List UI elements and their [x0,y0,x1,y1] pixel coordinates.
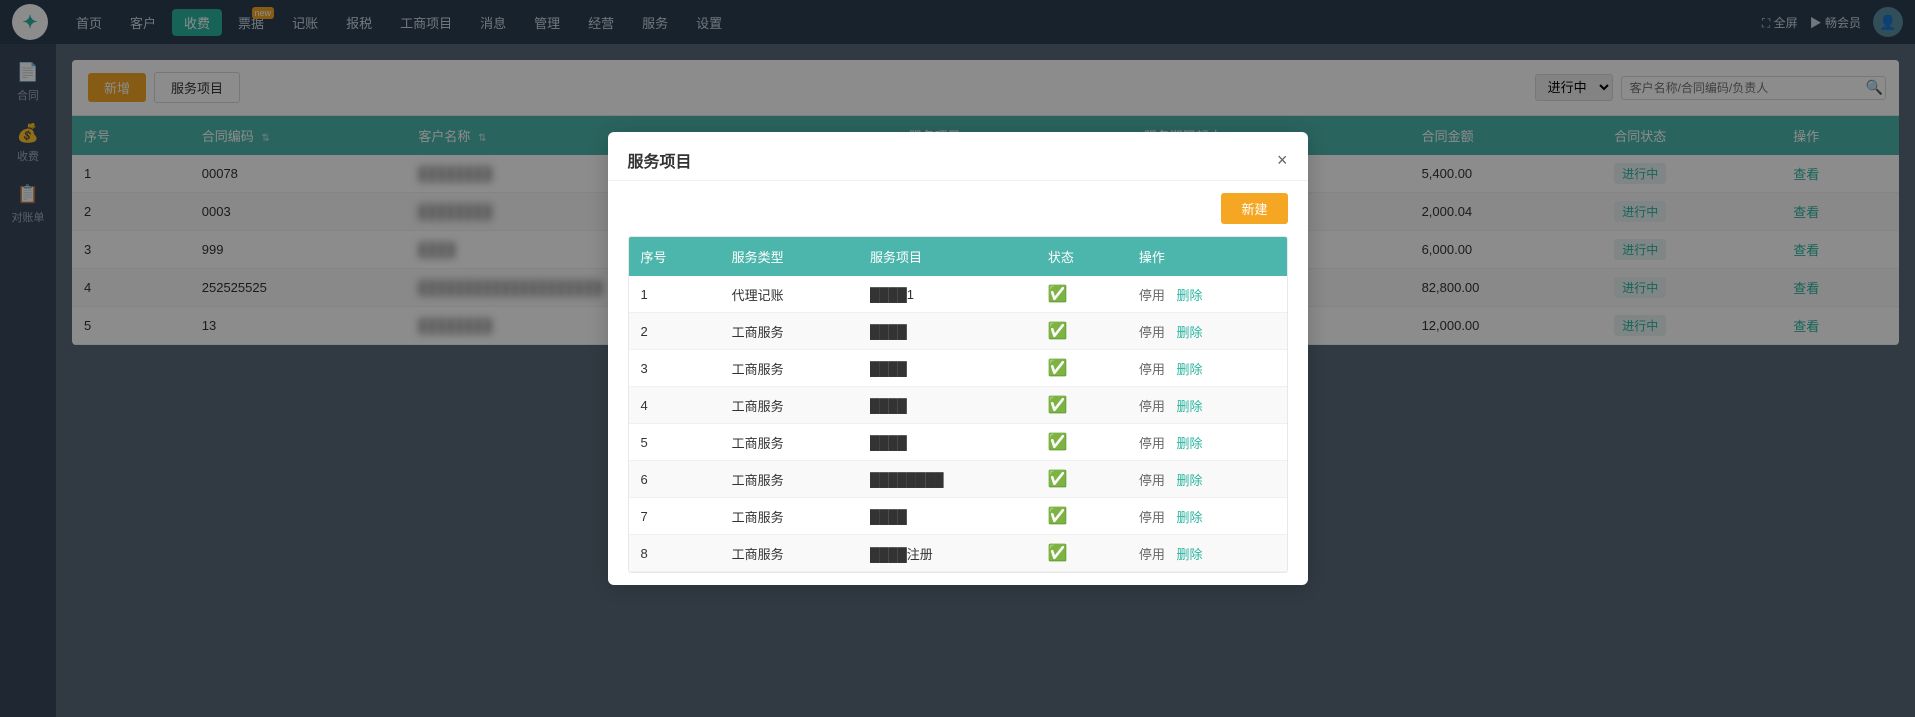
modal-cell-item: ████ [858,350,1036,387]
modal-header: 服务项目 × [608,132,1308,181]
modal-cell-type: 工商服务 [720,387,858,424]
status-check-icon: ✅ [1048,545,1068,562]
modal-title: 服务项目 [628,148,692,172]
delete-button[interactable]: 删除 [1177,362,1203,377]
modal-col-item: 服务项目 [858,237,1036,276]
modal-cell-action: 停用 删除 [1127,313,1287,350]
modal-col-type: 服务类型 [720,237,858,276]
modal-cell-index: 7 [629,498,720,535]
modal-cell-item-text: ████ [870,509,907,524]
delete-button[interactable]: 删除 [1177,510,1203,525]
modal-cell-item: ████████ [858,461,1036,498]
status-check-icon: ✅ [1048,471,1068,488]
modal-cell-index: 1 [629,276,720,313]
delete-button[interactable]: 删除 [1177,325,1203,340]
modal-body: 新建 序号 服务类型 服务项目 状态 操作 1 代理记账 [608,181,1308,585]
modal-overlay: 服务项目 × 新建 序号 服务类型 服务项目 状态 操作 [0,0,1915,717]
list-item: 3 工商服务 ████ ✅ 停用 删除 [629,350,1287,387]
modal-close-button[interactable]: × [1277,151,1288,169]
modal-cell-action: 停用 删除 [1127,387,1287,424]
stop-button[interactable]: 停用 [1139,288,1165,303]
list-item: 8 工商服务 ████注册 ✅ 停用 删除 [629,535,1287,572]
modal-col-status: 状态 [1036,237,1127,276]
modal-cell-index: 3 [629,350,720,387]
stop-button[interactable]: 停用 [1139,399,1165,414]
service-modal: 服务项目 × 新建 序号 服务类型 服务项目 状态 操作 [608,132,1308,585]
modal-cell-type: 工商服务 [720,461,858,498]
modal-cell-item: ████1 [858,276,1036,313]
modal-cell-item: ████ [858,424,1036,461]
modal-cell-item-text: ████ [870,361,907,376]
modal-col-index: 序号 [629,237,720,276]
modal-cell-status: ✅ [1036,424,1127,461]
modal-cell-action: 停用 删除 [1127,350,1287,387]
stop-button[interactable]: 停用 [1139,436,1165,451]
status-check-icon: ✅ [1048,508,1068,525]
modal-cell-item-text: ████ [870,398,907,413]
modal-cell-type: 工商服务 [720,498,858,535]
status-check-icon: ✅ [1048,360,1068,377]
modal-cell-item: ████ [858,498,1036,535]
stop-button[interactable]: 停用 [1139,547,1165,562]
status-check-icon: ✅ [1048,397,1068,414]
modal-cell-status: ✅ [1036,313,1127,350]
list-item: 2 工商服务 ████ ✅ 停用 删除 [629,313,1287,350]
delete-button[interactable]: 删除 [1177,399,1203,414]
status-check-icon: ✅ [1048,286,1068,303]
stop-button[interactable]: 停用 [1139,510,1165,525]
list-item: 4 工商服务 ████ ✅ 停用 删除 [629,387,1287,424]
modal-cell-item: ████ [858,387,1036,424]
delete-button[interactable]: 删除 [1177,288,1203,303]
delete-button[interactable]: 删除 [1177,436,1203,451]
modal-cell-index: 4 [629,387,720,424]
status-check-icon: ✅ [1048,434,1068,451]
modal-cell-status: ✅ [1036,387,1127,424]
modal-toolbar: 新建 [628,193,1288,224]
modal-cell-item-text: ████1 [870,287,914,302]
delete-button[interactable]: 删除 [1177,473,1203,488]
stop-button[interactable]: 停用 [1139,473,1165,488]
modal-cell-type: 工商服务 [720,350,858,387]
modal-cell-item-text: ████注册 [870,547,933,562]
modal-cell-item-text: ████ [870,435,907,450]
stop-button[interactable]: 停用 [1139,325,1165,340]
modal-cell-status: ✅ [1036,535,1127,572]
list-item: 5 工商服务 ████ ✅ 停用 删除 [629,424,1287,461]
modal-cell-index: 2 [629,313,720,350]
modal-cell-action: 停用 删除 [1127,535,1287,572]
status-check-icon: ✅ [1048,323,1068,340]
modal-cell-action: 停用 删除 [1127,461,1287,498]
list-item: 1 代理记账 ████1 ✅ 停用 删除 [629,276,1287,313]
delete-button[interactable]: 删除 [1177,547,1203,562]
list-item: 6 工商服务 ████████ ✅ 停用 删除 [629,461,1287,498]
modal-cell-item-text: ████ [870,324,907,339]
modal-cell-status: ✅ [1036,276,1127,313]
modal-cell-index: 8 [629,535,720,572]
modal-cell-type: 工商服务 [720,424,858,461]
stop-button[interactable]: 停用 [1139,362,1165,377]
modal-cell-status: ✅ [1036,461,1127,498]
modal-cell-item: ████注册 [858,535,1036,572]
modal-cell-status: ✅ [1036,350,1127,387]
modal-cell-index: 5 [629,424,720,461]
modal-cell-action: 停用 删除 [1127,276,1287,313]
list-item: 7 工商服务 ████ ✅ 停用 删除 [629,498,1287,535]
modal-cell-status: ✅ [1036,498,1127,535]
modal-new-button[interactable]: 新建 [1221,193,1287,224]
modal-cell-action: 停用 删除 [1127,498,1287,535]
modal-table-wrapper[interactable]: 序号 服务类型 服务项目 状态 操作 1 代理记账 ████1 ✅ 停用 删除 … [628,236,1288,573]
modal-col-action: 操作 [1127,237,1287,276]
modal-cell-type: 工商服务 [720,313,858,350]
modal-cell-item: ████ [858,313,1036,350]
modal-cell-index: 6 [629,461,720,498]
modal-cell-type: 代理记账 [720,276,858,313]
service-items-table: 序号 服务类型 服务项目 状态 操作 1 代理记账 ████1 ✅ 停用 删除 … [629,237,1287,572]
modal-cell-type: 工商服务 [720,535,858,572]
modal-cell-item-text: ████████ [870,472,944,487]
modal-cell-action: 停用 删除 [1127,424,1287,461]
